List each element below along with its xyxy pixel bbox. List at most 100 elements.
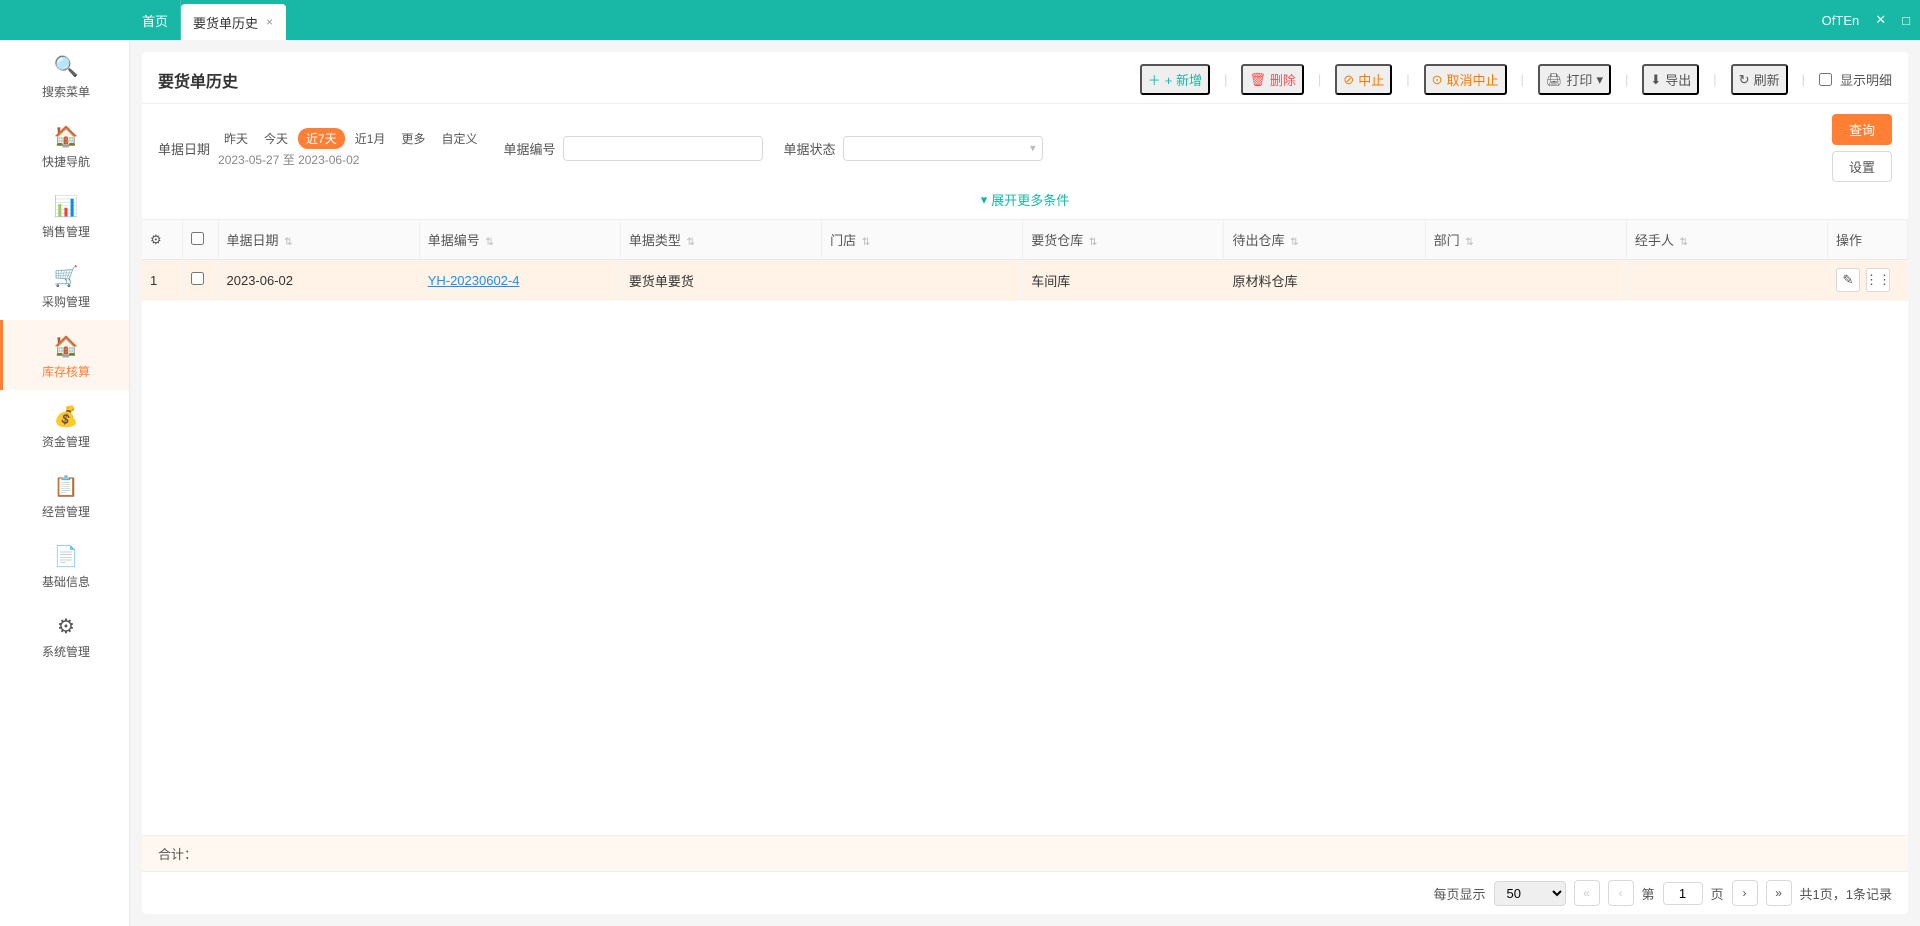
page-card: 要货单历史 ＋ + 新增 | 🗑 删除 | ⊘ 中止 — [142, 52, 1908, 914]
delete-button[interactable]: 🗑 删除 — [1241, 64, 1304, 95]
date-buttons-group: 昨天 今天 近7天 近1月 更多 自定义 2023-05-27 至 2023-0… — [218, 128, 483, 168]
row-delete-btn[interactable]: ⋮⋮ — [1866, 268, 1890, 292]
cell-handler — [1626, 260, 1827, 301]
print-arrow-icon: ▾ — [1596, 72, 1603, 88]
date-btn-custom[interactable]: 自定义 — [435, 128, 483, 149]
date-btn-more[interactable]: 更多 — [395, 128, 431, 149]
sidebar: 🔍 搜索菜单 🏠 快捷导航 📊 销售管理 🛒 采购管理 🏠 库存核算 💰 资金管… — [0, 40, 130, 926]
th-doc-no: 单据编号 ⇅ — [419, 220, 620, 260]
doc-no-label: 单据编号 — [503, 139, 555, 158]
sidebar-item-purchase-mgmt[interactable]: 🛒 采购管理 — [0, 250, 129, 320]
tab-close-icon[interactable]: × — [266, 15, 273, 29]
sort-doc-type-icon[interactable]: ⇅ — [687, 237, 695, 248]
refresh-icon: ↻ — [1739, 72, 1750, 88]
expand-icon: ▾ — [981, 192, 988, 208]
cancel-stop-button[interactable]: ⊙ 取消中止 — [1424, 64, 1507, 95]
filter-area: 单据日期 昨天 今天 近7天 近1月 更多 自定义 2023-05-27 至 2… — [142, 104, 1908, 220]
page-prefix-label: 第 — [1642, 884, 1655, 903]
page-number-input[interactable] — [1663, 882, 1703, 905]
th-handler: 经手人 ⇅ — [1626, 220, 1827, 260]
show-detail-toggle[interactable]: 显示明细 — [1819, 70, 1892, 89]
per-page-select[interactable]: 20 50 100 — [1494, 881, 1566, 906]
tab-home[interactable]: 要货单历史 首页 — [130, 0, 181, 40]
settings-button[interactable]: 设置 — [1832, 151, 1892, 182]
sort-handler-icon[interactable]: ⇅ — [1679, 237, 1687, 248]
operations-icon: 📋 — [54, 474, 79, 499]
row-edit-btn[interactable]: ✎ — [1836, 268, 1860, 292]
content-area: 要货单历史 ＋ + 新增 | 🗑 删除 | ⊘ 中止 — [130, 40, 1920, 926]
base-info-icon: 📄 — [54, 544, 79, 569]
doc-no-input[interactable] — [563, 136, 763, 161]
footer-summary: 合计： — [142, 835, 1908, 871]
table-row[interactable]: 1 2023-06-02 YH-20230602-4 要货单要货 车间库 原材料… — [142, 260, 1908, 301]
prev-page-btn[interactable]: ‹ — [1608, 880, 1634, 906]
cell-dept — [1425, 260, 1626, 301]
sort-pending-wh-icon[interactable]: ⇅ — [1290, 237, 1298, 248]
refresh-button[interactable]: ↻ 刷新 — [1731, 64, 1788, 95]
doc-status-select[interactable] — [843, 136, 1043, 161]
minimize-icon[interactable]: □ — [1902, 13, 1910, 28]
first-page-btn[interactable]: « — [1574, 880, 1600, 906]
expand-more-btn[interactable]: ▾ 展开更多条件 — [158, 190, 1892, 209]
date-btn-1month[interactable]: 近1月 — [349, 128, 392, 149]
sidebar-item-inventory[interactable]: 🏠 库存核算 — [0, 320, 129, 390]
page-suffix-label: 页 — [1711, 884, 1724, 903]
tab-requisition-history[interactable]: 要货单历史 × — [181, 4, 286, 40]
quick-nav-icon: 🏠 — [54, 124, 79, 149]
sidebar-item-base-info[interactable]: 📄 基础信息 — [0, 530, 129, 600]
date-btn-yesterday[interactable]: 昨天 — [218, 128, 254, 149]
th-doc-date: 单据日期 ⇅ — [218, 220, 419, 260]
table-body: 1 2023-06-02 YH-20230602-4 要货单要货 车间库 原材料… — [142, 260, 1908, 301]
cancel-stop-icon: ⊙ — [1432, 72, 1443, 88]
header-actions: ＋ + 新增 | 🗑 删除 | ⊘ 中止 | ⊙ — [1140, 64, 1892, 95]
th-store: 门店 ⇅ — [822, 220, 1023, 260]
row-checkbox[interactable] — [191, 272, 204, 285]
th-settings: ⚙ — [142, 220, 182, 260]
add-button[interactable]: ＋ + 新增 — [1140, 64, 1210, 95]
show-detail-checkbox[interactable] — [1819, 73, 1832, 86]
th-actions: 操作 — [1828, 220, 1908, 260]
next-page-btn[interactable]: › — [1732, 880, 1758, 906]
last-page-btn[interactable]: » — [1766, 880, 1792, 906]
inventory-icon: 🏠 — [54, 334, 79, 359]
doc-no-filter: 单据编号 — [503, 136, 763, 161]
sidebar-item-system-mgmt[interactable]: ⚙ 系统管理 — [0, 600, 129, 670]
cell-pending-warehouse: 原材料仓库 — [1224, 260, 1425, 301]
cell-index: 1 — [142, 260, 182, 301]
sales-icon: 📊 — [54, 194, 79, 219]
export-button[interactable]: ⬇ 导出 — [1642, 64, 1699, 95]
sort-doc-date-icon[interactable]: ⇅ — [284, 237, 292, 248]
often-label: OfTEn — [1822, 13, 1860, 28]
query-button[interactable]: 查询 — [1832, 114, 1892, 145]
page-title: 要货单历史 — [158, 68, 238, 92]
filter-action-buttons: 查询 设置 — [1832, 114, 1892, 182]
print-button[interactable]: 🖨 打印 ▾ — [1538, 64, 1611, 95]
search-menu-icon: 🔍 — [54, 54, 79, 79]
doc-status-label: 单据状态 — [783, 139, 835, 158]
close-window-icon[interactable]: ✕ — [1875, 12, 1886, 28]
purchase-icon: 🛒 — [54, 264, 79, 289]
sidebar-item-finance-mgmt[interactable]: 💰 资金管理 — [0, 390, 129, 460]
sidebar-item-search-menu[interactable]: 🔍 搜索菜单 — [0, 40, 129, 110]
th-doc-type: 单据类型 ⇅ — [620, 220, 821, 260]
stop-button[interactable]: ⊘ 中止 — [1335, 64, 1392, 95]
date-filter: 单据日期 昨天 今天 近7天 近1月 更多 自定义 2023-05-27 至 2… — [158, 128, 483, 168]
date-btn-7days[interactable]: 近7天 — [298, 128, 345, 149]
add-icon: ＋ — [1148, 70, 1161, 89]
sort-store-icon[interactable]: ⇅ — [862, 237, 870, 248]
select-all-checkbox[interactable] — [191, 232, 204, 245]
date-btns: 昨天 今天 近7天 近1月 更多 自定义 — [218, 128, 483, 149]
sidebar-item-quick-nav[interactable]: 🏠 快捷导航 — [0, 110, 129, 180]
settings-icon[interactable]: ⚙ — [150, 232, 162, 247]
system-icon: ⚙ — [57, 614, 75, 639]
sort-doc-no-icon[interactable]: ⇅ — [485, 237, 493, 248]
sidebar-item-operations-mgmt[interactable]: 📋 经营管理 — [0, 460, 129, 530]
cell-doc-no[interactable]: YH-20230602-4 — [419, 260, 620, 301]
data-table: ⚙ 单据日期 ⇅ 单据编号 ⇅ — [142, 220, 1908, 301]
sort-dept-icon[interactable]: ⇅ — [1465, 237, 1473, 248]
total-info: 共1页，1条记录 — [1800, 884, 1892, 903]
sidebar-item-sales-mgmt[interactable]: 📊 销售管理 — [0, 180, 129, 250]
sort-req-wh-icon[interactable]: ⇅ — [1089, 237, 1097, 248]
doc-status-filter: 单据状态 ▾ — [783, 136, 1043, 161]
date-btn-today[interactable]: 今天 — [258, 128, 294, 149]
